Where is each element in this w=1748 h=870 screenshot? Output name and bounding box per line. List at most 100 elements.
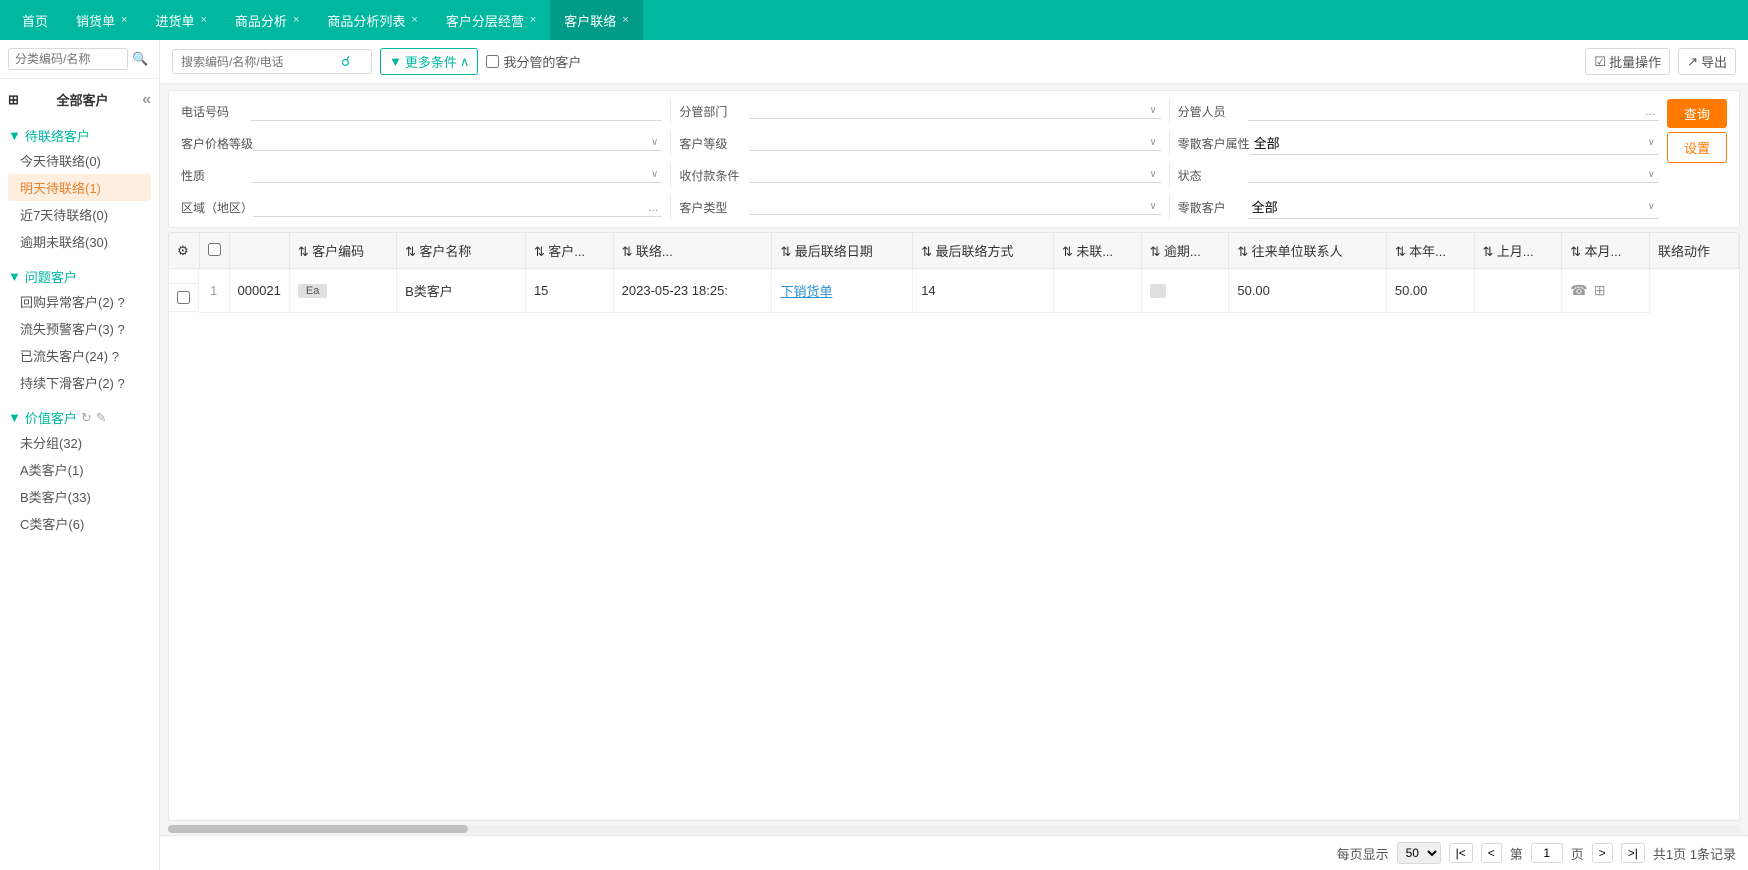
row-checkbox[interactable] bbox=[177, 291, 190, 304]
close-icon[interactable]: × bbox=[293, 14, 299, 26]
edit-icon[interactable]: ✎ bbox=[96, 410, 107, 426]
col-sort-icon[interactable]: ⇅ bbox=[534, 244, 545, 259]
phone-icon[interactable]: ☎ bbox=[1570, 282, 1587, 299]
sidebar-item-declining[interactable]: 持续下滑客户(2) ? bbox=[8, 369, 151, 396]
page-last-button[interactable]: >| bbox=[1621, 843, 1645, 863]
filter-phone-input[interactable] bbox=[251, 102, 662, 121]
batch-operation-button[interactable]: ☑ 批量操作 bbox=[1585, 48, 1670, 75]
page-prev-button[interactable]: < bbox=[1481, 843, 1502, 863]
col-sort-icon[interactable]: ⇅ bbox=[1570, 244, 1581, 259]
sidebar-item-overdue-contact[interactable]: 逾期未联络(30) bbox=[8, 228, 151, 255]
close-icon[interactable]: × bbox=[622, 14, 628, 26]
sidebar-search-input[interactable] bbox=[8, 48, 128, 70]
col-sort-icon[interactable]: ⇅ bbox=[1237, 244, 1248, 259]
page-first-button[interactable]: |< bbox=[1449, 843, 1473, 863]
set-button[interactable]: 设置 bbox=[1667, 132, 1727, 163]
filter-price-grade-select[interactable]: ∨ bbox=[253, 135, 662, 151]
page-size-select[interactable]: 50 bbox=[1397, 842, 1441, 864]
sidebar-item-ungrouped[interactable]: 未分组(32) bbox=[8, 429, 151, 456]
gear-icon[interactable]: ⚙ bbox=[177, 243, 189, 258]
sidebar-header[interactable]: ⊞ 全部客户 « bbox=[8, 85, 151, 114]
sidebar-collapse-icon[interactable]: « bbox=[142, 91, 151, 109]
col-type: ⇅ 客户... bbox=[525, 233, 613, 269]
filter-dept-select[interactable]: ∨ bbox=[749, 103, 1160, 119]
nav-purchase-order[interactable]: 进货单 × bbox=[141, 0, 220, 40]
sidebar-item-a-class[interactable]: A类客户(1) bbox=[8, 456, 151, 483]
sidebar-item-today-contact[interactable]: 今天待联络(0) bbox=[8, 147, 151, 174]
sidebar-group-pending-label[interactable]: ▼ 待联络客户 bbox=[8, 122, 151, 147]
sidebar-group-pending: ▼ 待联络客户 今天待联络(0) 明天待联络(1) 近7天待联络(0) 逾期未联… bbox=[0, 116, 159, 257]
more-filters-button[interactable]: ▼ 更多条件 ∧ bbox=[380, 48, 478, 75]
col-sort-icon[interactable]: ⇅ bbox=[921, 244, 932, 259]
filter-payment-select[interactable]: ∨ bbox=[749, 167, 1160, 183]
nav-product-analysis[interactable]: 商品分析 × bbox=[221, 0, 313, 40]
col-sort-icon[interactable]: ⇅ bbox=[780, 244, 791, 259]
sidebar-item-week-contact[interactable]: 近7天待联络(0) bbox=[8, 201, 151, 228]
sidebar-item-churn-warning[interactable]: 流失预警客户(3) ? bbox=[8, 315, 151, 342]
query-button[interactable]: 查询 bbox=[1667, 99, 1727, 128]
filter-dept: 分管部门 ∨ bbox=[679, 103, 1160, 120]
col-this-year: ⇅ 本年... bbox=[1386, 233, 1474, 269]
sidebar-item-churned[interactable]: 已流失客户(24) ? bbox=[8, 342, 151, 369]
filter-status-select[interactable]: ∨ bbox=[1248, 167, 1659, 183]
sidebar-group-value: ▼ 价值客户 ↻ ✎ 未分组(32) A类客户(1) B类客户(33) C类客户… bbox=[0, 398, 159, 539]
last-contact-link[interactable]: 下销货单 bbox=[780, 284, 832, 299]
filter-status: 状态 ∨ bbox=[1178, 167, 1659, 184]
nav-product-analysis-list[interactable]: 商品分析列表 × bbox=[313, 0, 431, 40]
col-sort-icon[interactable]: ⇅ bbox=[298, 244, 309, 259]
filter-row-2: 客户价格等级 ∨ 客户等级 ∨ bbox=[181, 131, 1659, 155]
page-next-button[interactable]: > bbox=[1592, 843, 1613, 863]
nav-home[interactable]: 首页 bbox=[8, 0, 62, 40]
nav-sales-order[interactable]: 销货单 × bbox=[62, 0, 141, 40]
nav-customer-tier[interactable]: 客户分层经营 × bbox=[432, 0, 550, 40]
col-sort-icon[interactable]: ⇅ bbox=[1150, 244, 1161, 259]
select-all-checkbox[interactable] bbox=[208, 243, 221, 256]
sidebar-search-icon[interactable]: 🔍 bbox=[132, 51, 148, 67]
sidebar-item-tomorrow-contact[interactable]: 明天待联络(1) bbox=[8, 174, 151, 201]
customers-table: ⚙ ⇅ 客户编码 ⇅ 客户名称 bbox=[169, 233, 1739, 313]
filter-person: 分管人员 ... bbox=[1178, 102, 1659, 121]
chevron-down-icon: ▼ bbox=[8, 410, 21, 425]
horizontal-scrollbar[interactable] bbox=[168, 825, 1740, 833]
search-icon[interactable]: ☌ bbox=[341, 53, 350, 70]
filter-row-3: 性质 ∨ 收付款条件 ∨ bbox=[181, 163, 1659, 187]
close-icon[interactable]: × bbox=[530, 14, 536, 26]
row-code: 000021 bbox=[229, 269, 289, 313]
filter-customer-type-select[interactable]: ∨ bbox=[749, 199, 1160, 215]
refresh-icon[interactable]: ↻ bbox=[81, 410, 92, 426]
col-sort-icon[interactable]: ⇅ bbox=[1395, 244, 1406, 259]
sidebar-item-c-class[interactable]: C类客户(6) bbox=[8, 510, 151, 537]
filter-customer-grade-select[interactable]: ∨ bbox=[749, 135, 1160, 151]
filter-retail-attr-select[interactable]: 全部 ∨ bbox=[1250, 131, 1659, 155]
page-input[interactable] bbox=[1531, 843, 1563, 863]
my-customer-checkbox-wrap[interactable]: 我分管的客户 bbox=[486, 52, 581, 71]
col-sort-icon[interactable]: ⇅ bbox=[1483, 244, 1494, 259]
grid-icon[interactable]: ⊞ bbox=[1594, 282, 1606, 299]
nav-customer-contact[interactable]: 客户联络 × bbox=[550, 0, 642, 40]
filter-region-select[interactable]: ... bbox=[253, 198, 662, 217]
col-sort-icon[interactable]: ⇅ bbox=[622, 244, 633, 259]
chevron-up-icon: ∧ bbox=[460, 54, 470, 70]
search-input[interactable] bbox=[181, 55, 341, 69]
close-icon[interactable]: × bbox=[121, 14, 127, 26]
filter-row-4: 区域（地区） ... 客户类型 ∨ bbox=[181, 195, 1659, 219]
filter-retail-customer: 零散客户 全部 ∨ bbox=[1178, 195, 1659, 219]
col-sort-icon[interactable]: ⇅ bbox=[405, 244, 416, 259]
export-button[interactable]: ↗ 导出 bbox=[1678, 48, 1736, 75]
close-icon[interactable]: × bbox=[411, 14, 417, 26]
chevron-down-icon: ∨ bbox=[1149, 137, 1156, 148]
sidebar-item-b-class[interactable]: B类客户(33) bbox=[8, 483, 151, 510]
col-sort-icon[interactable]: ⇅ bbox=[1062, 244, 1073, 259]
row-this-year: 50.00 bbox=[1229, 269, 1387, 313]
top-nav: 首页 销货单 × 进货单 × 商品分析 × 商品分析列表 × 客户分层经营 × … bbox=[0, 0, 1748, 40]
scrollbar-thumb[interactable] bbox=[168, 825, 468, 833]
sidebar-group-value-label[interactable]: ▼ 价值客户 ↻ ✎ bbox=[8, 404, 151, 429]
row-checkbox-cell bbox=[169, 284, 199, 312]
sidebar-item-repurchase[interactable]: 回购异常客户(2) ? bbox=[8, 288, 151, 315]
close-icon[interactable]: × bbox=[200, 14, 206, 26]
filter-person-select[interactable]: ... bbox=[1248, 102, 1659, 121]
my-customer-checkbox[interactable] bbox=[486, 55, 499, 68]
filter-retail-customer-select[interactable]: 全部 ∨ bbox=[1248, 195, 1659, 219]
sidebar-group-problem-label[interactable]: ▼ 问题客户 bbox=[8, 263, 151, 288]
filter-nature-select[interactable]: ∨ bbox=[251, 167, 662, 183]
